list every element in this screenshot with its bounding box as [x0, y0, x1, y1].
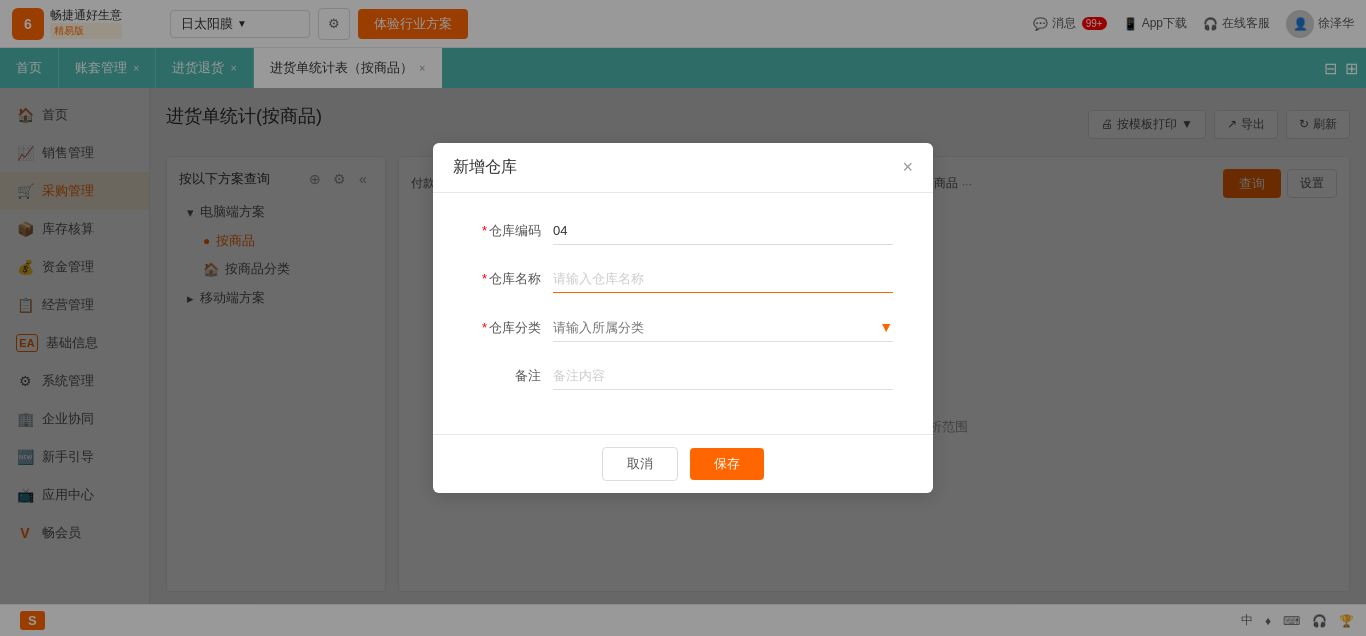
modal-header: 新增仓库 × — [433, 143, 933, 193]
code-label: 仓库编码 — [473, 222, 553, 240]
form-row-remark: 备注 — [473, 362, 893, 390]
modal-overlay: 新增仓库 × 仓库编码 仓库名称 仓库分类 ▼ — [0, 0, 1366, 636]
category-input[interactable] — [553, 320, 879, 335]
form-row-name: 仓库名称 — [473, 265, 893, 293]
category-label: 仓库分类 — [473, 319, 553, 337]
add-warehouse-modal: 新增仓库 × 仓库编码 仓库名称 仓库分类 ▼ — [433, 143, 933, 493]
modal-footer: 取消 保存 — [433, 434, 933, 493]
cancel-button[interactable]: 取消 — [602, 447, 678, 481]
form-row-code: 仓库编码 — [473, 217, 893, 245]
remark-input[interactable] — [553, 362, 893, 390]
save-button[interactable]: 保存 — [690, 448, 764, 480]
modal-body: 仓库编码 仓库名称 仓库分类 ▼ 备注 — [433, 193, 933, 434]
category-select-wrapper[interactable]: ▼ — [553, 313, 893, 342]
category-dropdown-icon: ▼ — [879, 319, 893, 335]
modal-title: 新增仓库 — [453, 157, 517, 178]
remark-label: 备注 — [473, 367, 553, 385]
name-label: 仓库名称 — [473, 270, 553, 288]
name-input[interactable] — [553, 265, 893, 293]
modal-close-button[interactable]: × — [902, 157, 913, 178]
code-input[interactable] — [553, 217, 893, 245]
form-row-category: 仓库分类 ▼ — [473, 313, 893, 342]
